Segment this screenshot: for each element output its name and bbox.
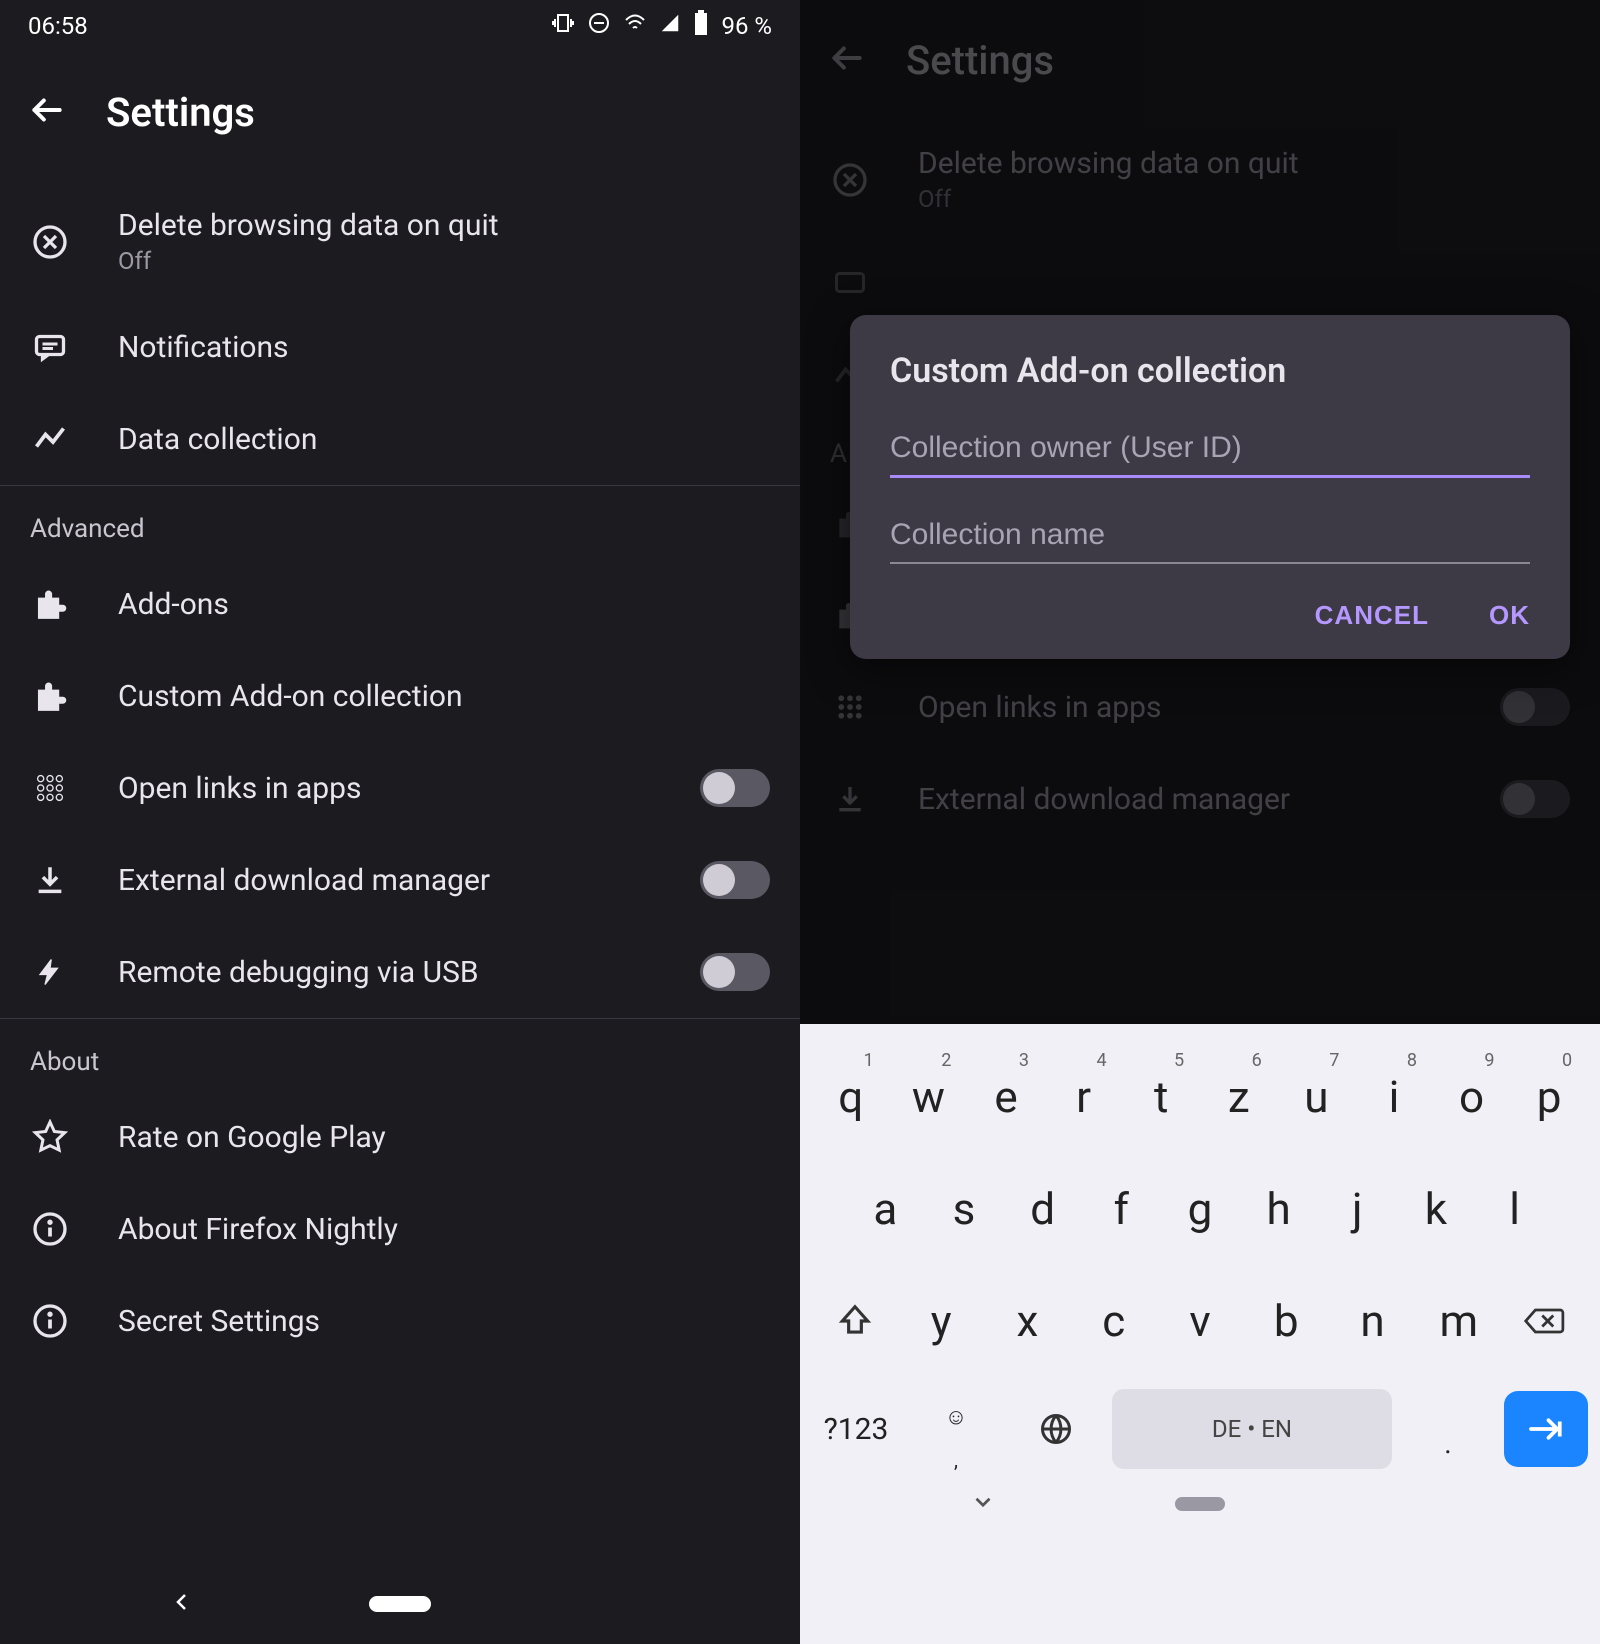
cancel-button[interactable]: CANCEL	[1315, 600, 1429, 631]
key-v[interactable]: v	[1165, 1268, 1235, 1374]
battery-icon	[693, 10, 709, 42]
key-n[interactable]: n	[1338, 1268, 1408, 1374]
info-icon	[30, 1301, 70, 1341]
symbols-key[interactable]: ?123	[812, 1384, 900, 1474]
key-m[interactable]: m	[1424, 1268, 1494, 1374]
key-b[interactable]: b	[1251, 1268, 1321, 1374]
statusbar: 06:58 96 %	[0, 0, 800, 52]
key-t[interactable]: 5t	[1126, 1044, 1196, 1150]
nav-home-pill[interactable]	[369, 1596, 431, 1612]
spacebar-key[interactable]: DE • EN	[1112, 1389, 1392, 1469]
dialog-title: Custom Add-on collection	[890, 351, 1530, 391]
toggle-remote-debug[interactable]	[700, 953, 770, 991]
key-g[interactable]: g	[1165, 1156, 1235, 1262]
system-navbar	[800, 1474, 1600, 1534]
key-f[interactable]: f	[1086, 1156, 1156, 1262]
statusbar-time: 06:58	[28, 12, 88, 40]
key-a[interactable]: a	[850, 1156, 920, 1262]
info-icon	[30, 1209, 70, 1249]
chart-line-icon	[30, 419, 70, 459]
signal-icon	[659, 12, 681, 40]
row-title: Custom Add-on collection	[118, 679, 770, 714]
key-p[interactable]: 0p	[1514, 1044, 1584, 1150]
row-external-download-manager[interactable]: External download manager	[0, 834, 800, 926]
collection-name-input[interactable]	[890, 508, 1530, 564]
emoji-icon: ☺	[945, 1404, 967, 1430]
row-title: Notifications	[118, 330, 770, 365]
system-navbar	[0, 1564, 800, 1644]
dialog-custom-addon-collection: Custom Add-on collection CANCEL OK	[850, 315, 1570, 659]
row-about-app[interactable]: About Firefox Nightly	[0, 1183, 800, 1275]
row-rate[interactable]: Rate on Google Play	[0, 1091, 800, 1183]
key-o[interactable]: 9o	[1437, 1044, 1507, 1150]
shift-key[interactable]	[812, 1276, 898, 1366]
key-s[interactable]: s	[929, 1156, 999, 1262]
download-icon	[30, 860, 70, 900]
row-title: Add-ons	[118, 587, 770, 622]
chat-icon	[30, 327, 70, 367]
wifi-icon	[623, 11, 647, 41]
section-about: About	[0, 1018, 800, 1091]
row-title: Delete browsing data on quit	[118, 208, 770, 243]
back-icon[interactable]	[28, 91, 66, 133]
key-j[interactable]: j	[1322, 1156, 1392, 1262]
row-title: Open links in apps	[118, 771, 652, 806]
section-advanced: Advanced	[0, 485, 800, 558]
appbar: Settings	[0, 52, 800, 172]
key-r[interactable]: 4r	[1049, 1044, 1119, 1150]
enter-key[interactable]	[1504, 1391, 1588, 1467]
key-z[interactable]: 6z	[1204, 1044, 1274, 1150]
vibrate-icon	[551, 11, 575, 41]
key-y[interactable]: y	[906, 1268, 976, 1374]
key-l[interactable]: l	[1480, 1156, 1550, 1262]
backspace-key[interactable]	[1502, 1276, 1588, 1366]
row-title: Remote debugging via USB	[118, 955, 652, 990]
close-circle-icon	[30, 222, 70, 262]
page-title: Settings	[106, 89, 255, 136]
row-title: Secret Settings	[118, 1304, 770, 1339]
key-u[interactable]: 7u	[1281, 1044, 1351, 1150]
key-h[interactable]: h	[1244, 1156, 1314, 1262]
grid-icon	[30, 768, 70, 808]
key-x[interactable]: x	[992, 1268, 1062, 1374]
nav-back-icon[interactable]	[170, 1590, 194, 1618]
row-notifications[interactable]: Notifications	[0, 301, 800, 393]
dnd-icon	[587, 11, 611, 41]
row-addons[interactable]: Add-ons	[0, 558, 800, 650]
row-custom-addon-collection[interactable]: Custom Add-on collection	[0, 650, 800, 742]
key-w[interactable]: 2w	[893, 1044, 963, 1150]
key-c[interactable]: c	[1079, 1268, 1149, 1374]
star-icon	[30, 1117, 70, 1157]
row-title: External download manager	[118, 863, 652, 898]
ok-button[interactable]: OK	[1489, 600, 1530, 631]
row-remote-debugging[interactable]: Remote debugging via USB	[0, 926, 800, 1018]
row-subtitle: Off	[118, 247, 770, 275]
key-k[interactable]: k	[1401, 1156, 1471, 1262]
toggle-open-links[interactable]	[700, 769, 770, 807]
toggle-external-dl[interactable]	[700, 861, 770, 899]
puzzle-icon	[30, 676, 70, 716]
puzzle-icon	[30, 584, 70, 624]
nav-hide-keyboard-icon[interactable]	[970, 1489, 996, 1519]
row-title: Rate on Google Play	[118, 1120, 770, 1155]
key-q[interactable]: 1q	[816, 1044, 886, 1150]
row-title: About Firefox Nightly	[118, 1212, 770, 1247]
language-key[interactable]	[1012, 1384, 1100, 1474]
row-delete-browsing-data[interactable]: Delete browsing data on quit Off	[0, 182, 800, 301]
nav-home-pill[interactable]	[1175, 1497, 1225, 1511]
bolt-icon	[30, 952, 70, 992]
row-open-links-in-apps[interactable]: Open links in apps	[0, 742, 800, 834]
soft-keyboard: 1q2w3e4r5t6z7u8i9o0p asdfghjkl yxcvbnm ?…	[800, 1024, 1600, 1644]
period-key[interactable]: .	[1404, 1384, 1492, 1474]
collection-owner-input[interactable]	[890, 421, 1530, 478]
statusbar-battery-pct: 96 %	[721, 12, 772, 40]
emoji-key[interactable]: ☺ ,	[912, 1384, 1000, 1474]
key-e[interactable]: 3e	[971, 1044, 1041, 1150]
row-title: Data collection	[118, 422, 770, 457]
row-data-collection[interactable]: Data collection	[0, 393, 800, 485]
key-d[interactable]: d	[1008, 1156, 1078, 1262]
key-i[interactable]: 8i	[1359, 1044, 1429, 1150]
row-secret-settings[interactable]: Secret Settings	[0, 1275, 800, 1367]
